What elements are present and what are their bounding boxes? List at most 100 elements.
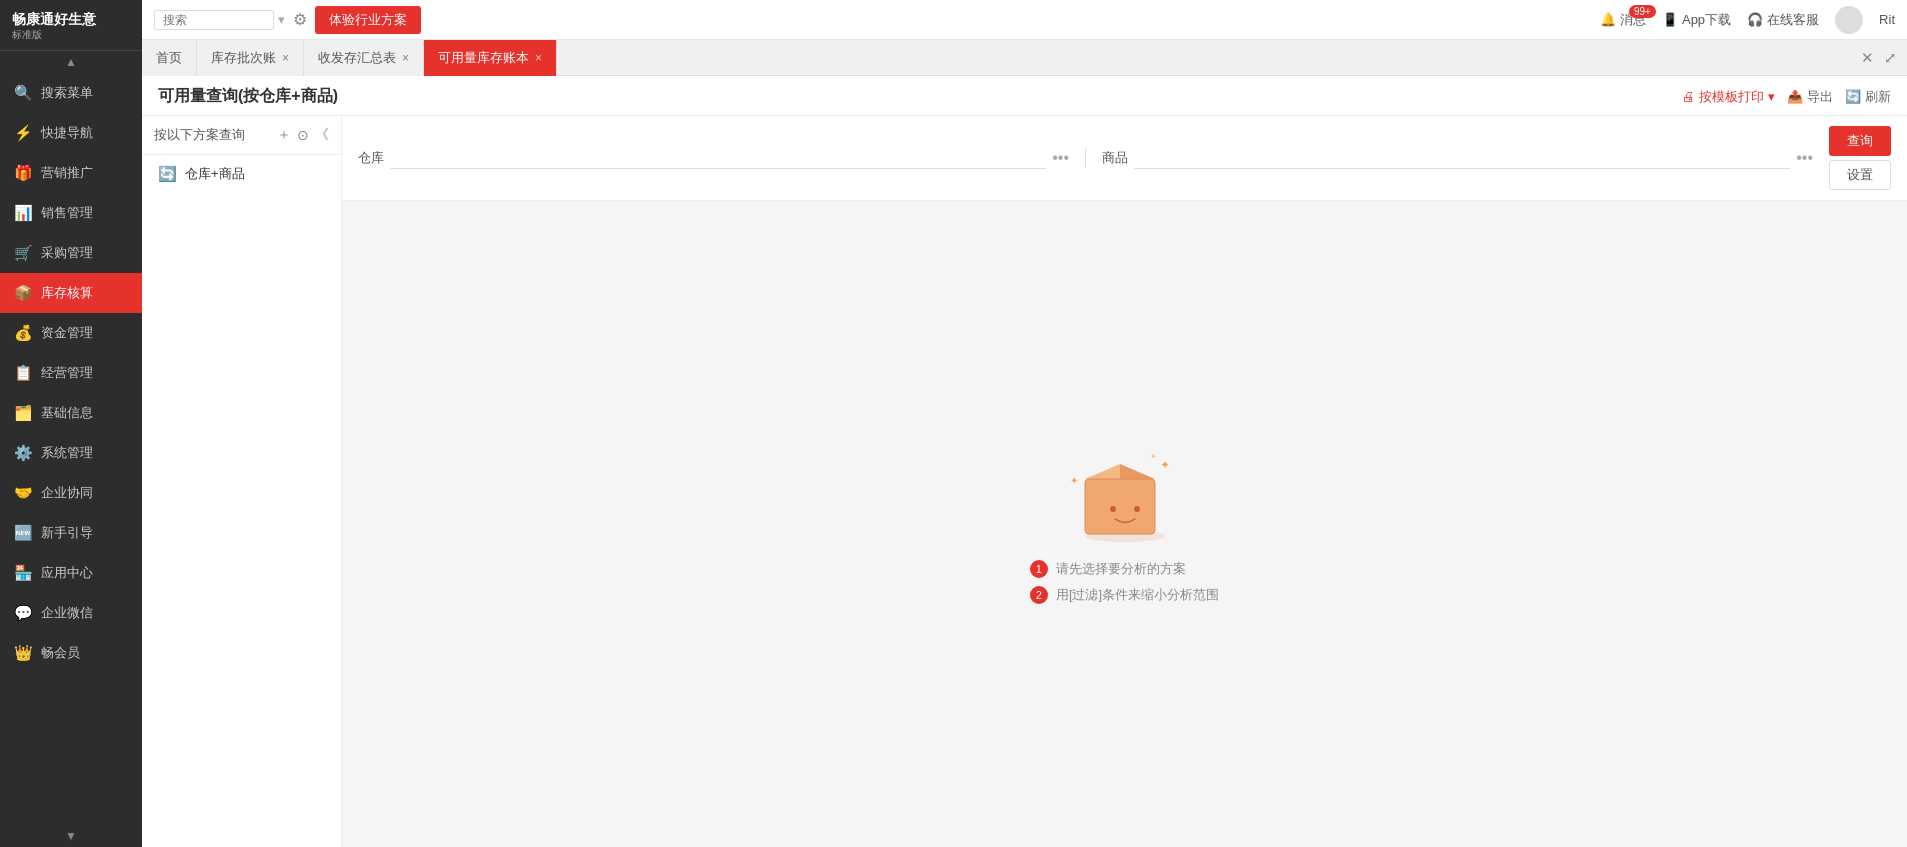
hint-text-1: 请先选择要分析的方案: [1056, 560, 1186, 578]
sidebar-item-label: 资金管理: [41, 324, 93, 342]
refresh-btn[interactable]: 🔄 刷新: [1845, 88, 1891, 106]
top-header: ▾ ⚙ 体验行业方案 🔔 消息 99+ 📱 App下载 🎧 在线客服 Rit: [142, 0, 1907, 40]
sidebar-item-search[interactable]: 🔍 搜索菜单: [0, 73, 142, 113]
username[interactable]: Rit: [1879, 12, 1895, 27]
online-service-link[interactable]: 🎧 在线客服: [1747, 11, 1819, 29]
flash-icon: ⚡: [14, 124, 33, 142]
tab-label: 可用量库存账本: [438, 49, 529, 67]
sidebar-item-appstore[interactable]: 🏪 应用中心: [0, 553, 142, 593]
experience-btn[interactable]: 体验行业方案: [315, 6, 421, 34]
warehouse-filter: 仓库 •••: [358, 147, 1069, 169]
sidebar-item-label: 采购管理: [41, 244, 93, 262]
close-icon[interactable]: ×: [282, 51, 289, 65]
settings-icon[interactable]: ⚙: [293, 10, 307, 29]
settings-button[interactable]: 设置: [1829, 160, 1891, 190]
search-icon: 🔍: [14, 84, 33, 102]
sidebar-item-label: 企业微信: [41, 604, 93, 622]
gift-icon: 🎁: [14, 164, 33, 182]
manage-scheme-icon[interactable]: ⊙: [297, 127, 309, 143]
tab-available[interactable]: 可用量库存账本 ×: [424, 40, 557, 76]
page-header: 可用量查询(按仓库+商品) 🖨 按模板打印 ▾ 📤 导出 🔄 刷新: [142, 76, 1907, 116]
sidebar-item-enterprise[interactable]: 🤝 企业协同: [0, 473, 142, 513]
sidebar-scroll-up[interactable]: ▲: [0, 51, 142, 73]
product-label: 商品: [1102, 149, 1128, 167]
sidebar-scroll-down[interactable]: ▼: [0, 825, 142, 847]
product-more-icon[interactable]: •••: [1796, 149, 1813, 167]
sidebar-logo: 畅康通好生意 标准版: [0, 0, 142, 51]
message-btn[interactable]: 🔔 消息 99+: [1600, 11, 1646, 29]
close-window-icon[interactable]: ✕: [1859, 47, 1876, 69]
sidebar-item-marketing[interactable]: 🎁 营销推广: [0, 153, 142, 193]
filter-row: 仓库 ••• 商品 ••• 查询 设置: [342, 116, 1907, 201]
app-download-link[interactable]: 📱 App下载: [1662, 11, 1731, 29]
folder-icon: 🗂️: [14, 404, 33, 422]
sidebar-item-quicknav[interactable]: ⚡ 快捷导航: [0, 113, 142, 153]
sidebar-item-business[interactable]: 📋 经营管理: [0, 353, 142, 393]
svg-point-3: [1110, 506, 1116, 512]
header-right: 🔔 消息 99+ 📱 App下载 🎧 在线客服 Rit: [1600, 6, 1895, 34]
sidebar-nav: 🔍 搜索菜单 ⚡ 快捷导航 🎁 营销推广 📊 销售管理 🛒 采购管理 📦 库存核…: [0, 73, 142, 825]
sidebar-item-wechat[interactable]: 💬 企业微信: [0, 593, 142, 633]
chart-icon: 📊: [14, 204, 33, 222]
warehouse-input[interactable]: [390, 147, 1046, 169]
close-icon[interactable]: ×: [535, 51, 542, 65]
sidebar-item-label: 营销推广: [41, 164, 93, 182]
gear-icon: ⚙️: [14, 444, 33, 462]
sidebar-item-basic[interactable]: 🗂️ 基础信息: [0, 393, 142, 433]
logo-title: 畅康通好生意: [12, 10, 130, 28]
hint-num-2: 2: [1030, 586, 1048, 604]
msg-badge: 99+: [1629, 5, 1656, 18]
scheme-label: 仓库+商品: [185, 165, 245, 183]
warehouse-more-icon[interactable]: •••: [1052, 149, 1069, 167]
sidebar-item-guide[interactable]: 🆕 新手引导: [0, 513, 142, 553]
tab-batch[interactable]: 库存批次账 ×: [197, 40, 304, 76]
sidebar-item-system[interactable]: ⚙️ 系统管理: [0, 433, 142, 473]
sidebar-item-purchase[interactable]: 🛒 采购管理: [0, 233, 142, 273]
dropdown-icon[interactable]: ▾: [278, 12, 285, 27]
product-input[interactable]: [1134, 147, 1790, 169]
main-area: ▾ ⚙ 体验行业方案 🔔 消息 99+ 📱 App下载 🎧 在线客服 Rit 首…: [142, 0, 1907, 847]
sidebar-item-sales[interactable]: 📊 销售管理: [0, 193, 142, 233]
search-input[interactable]: [154, 10, 274, 30]
tab-label: 首页: [156, 49, 182, 67]
close-icon[interactable]: ×: [402, 51, 409, 65]
collapse-panel-icon[interactable]: 《: [315, 126, 329, 144]
warehouse-label: 仓库: [358, 149, 384, 167]
sidebar-item-label: 企业协同: [41, 484, 93, 502]
empty-hints: 1 请先选择要分析的方案 2 用[过滤]条件来缩小分析范围: [1030, 560, 1219, 604]
empty-hint-1: 1 请先选择要分析的方案: [1030, 560, 1219, 578]
empty-state: ✦ ✦ ✦ 1 请先选择要分析的方案 2 用[过滤]条件来缩小分析范围: [342, 201, 1907, 847]
hint-num-1: 1: [1030, 560, 1048, 578]
sidebar-item-member[interactable]: 👑 畅会员: [0, 633, 142, 673]
filter-divider: [1085, 148, 1086, 168]
svg-text:✦: ✦: [1150, 452, 1157, 461]
money-icon: 💰: [14, 324, 33, 342]
add-scheme-icon[interactable]: ＋: [277, 126, 291, 144]
chevron-down-icon[interactable]: ▾: [1768, 89, 1775, 104]
tabs-bar: 首页 库存批次账 × 收发存汇总表 × 可用量库存账本 × ✕ ⤢: [142, 40, 1907, 76]
sidebar-item-inventory[interactable]: 📦 库存核算: [0, 273, 142, 313]
box-icon: 📦: [14, 284, 33, 302]
tab-home[interactable]: 首页: [142, 40, 197, 76]
empty-hint-2: 2 用[过滤]条件来缩小分析范围: [1030, 586, 1219, 604]
print-btn[interactable]: 🖨 按模板打印 ▾: [1682, 88, 1775, 106]
tab-summary[interactable]: 收发存汇总表 ×: [304, 40, 424, 76]
query-button[interactable]: 查询: [1829, 126, 1891, 156]
sidebar-item-label: 销售管理: [41, 204, 93, 222]
content-area: 按以下方案查询 ＋ ⊙ 《 🔄 仓库+商品 仓库 ••• 商: [142, 116, 1907, 847]
scheme-warehouse-product[interactable]: 🔄 仓库+商品: [142, 155, 341, 193]
page-actions: 🖨 按模板打印 ▾ 📤 导出 🔄 刷新: [1682, 88, 1891, 106]
sidebar-item-finance[interactable]: 💰 资金管理: [0, 313, 142, 353]
printer-icon: 🖨: [1682, 89, 1695, 104]
sidebar-item-label: 新手引导: [41, 524, 93, 542]
sidebar-item-label: 经营管理: [41, 364, 93, 382]
avatar[interactable]: [1835, 6, 1863, 34]
tab-label: 收发存汇总表: [318, 49, 396, 67]
sidebar-item-label: 快捷导航: [41, 124, 93, 142]
filter-actions: 查询 设置: [1829, 126, 1891, 190]
expand-icon[interactable]: ⤢: [1882, 47, 1899, 69]
svg-text:✦: ✦: [1160, 458, 1170, 472]
sidebar-item-label: 基础信息: [41, 404, 93, 422]
export-btn[interactable]: 📤 导出: [1787, 88, 1833, 106]
left-panel: 按以下方案查询 ＋ ⊙ 《 🔄 仓库+商品: [142, 116, 342, 847]
